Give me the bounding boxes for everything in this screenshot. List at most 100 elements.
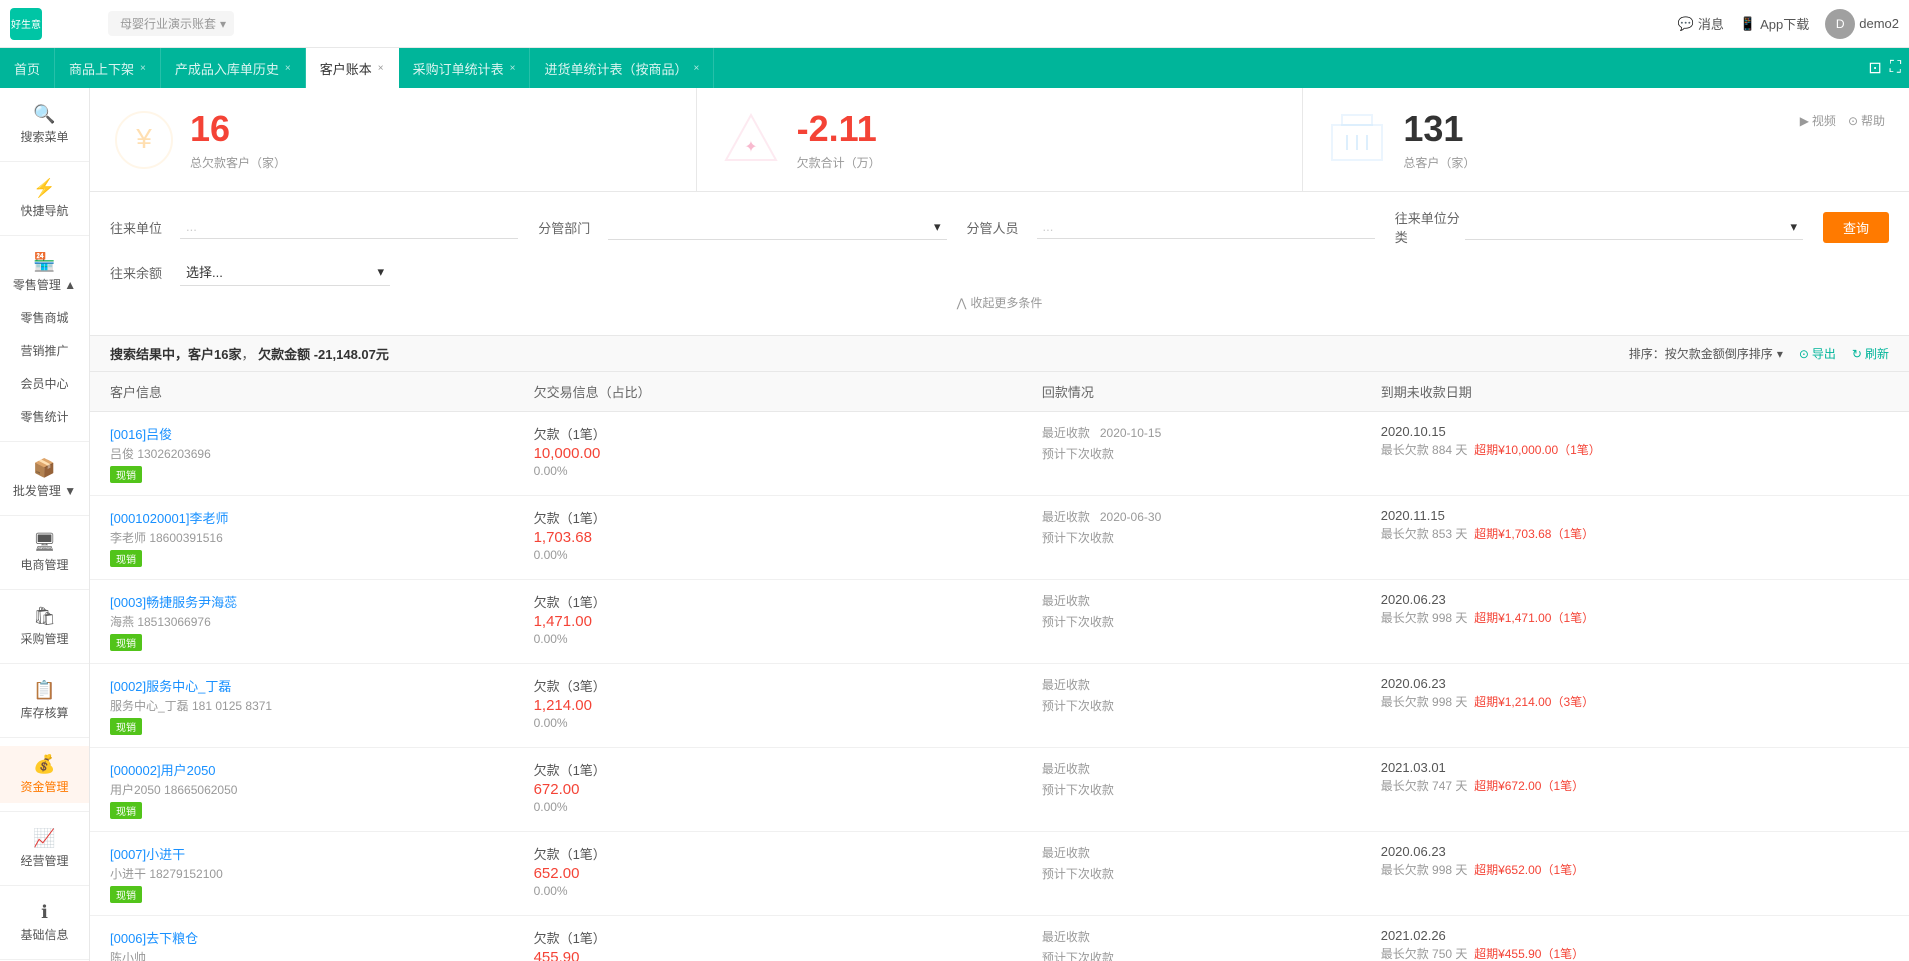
quick-nav-icon: ⚡: [33, 178, 55, 199]
sidebar-ops-label: 经营管理: [20, 852, 68, 869]
tab-end-controls: ⊡ ⛶: [1868, 58, 1909, 78]
sidebar-item-inventory[interactable]: 📋 库存核算: [0, 672, 89, 729]
close-icon[interactable]: ×: [140, 63, 146, 74]
overdue-link[interactable]: 超期¥455.90（1笔）: [1474, 947, 1584, 961]
department-select[interactable]: ▾: [608, 215, 946, 240]
overdue-info: 最长欠款 998 天 超期¥1,214.00（3笔）: [1381, 693, 1889, 710]
return-info: 最近收款 预计下次收款: [1042, 592, 1381, 630]
industry-label: 母婴行业演示账套: [120, 15, 216, 32]
sidebar-item-wholesale[interactable]: 📦 批发管理 ▼: [0, 450, 89, 507]
next-collect-label: 预计下次收款: [1042, 949, 1381, 961]
debt-percent: 0.00%: [534, 884, 1042, 898]
sidebar-item-search[interactable]: 🔍 搜索菜单: [0, 96, 89, 153]
category-label: 往来单位分类: [1395, 208, 1465, 246]
tab-home[interactable]: 首页: [0, 48, 55, 88]
sidebar-purchase-label: 采购管理: [20, 630, 68, 647]
due-date: 2020.06.23: [1381, 592, 1889, 607]
tab-purchase-stats-label: 采购订单统计表: [413, 59, 504, 78]
sidebar-basic-section: ℹ 基础信息: [0, 886, 89, 960]
collapse-button[interactable]: ⋀ 收起更多条件: [957, 294, 1043, 311]
client-contact: 吕俊 13026203696: [110, 445, 534, 462]
balance-label: 往来余额: [110, 263, 180, 282]
client-name-link[interactable]: [0002]服务中心_丁磊: [110, 676, 534, 695]
message-btn[interactable]: 💬 消息: [1678, 14, 1724, 33]
tab-customer-account[interactable]: 客户账本 ×: [306, 48, 399, 88]
export-button[interactable]: ⊙ 导出: [1799, 345, 1836, 362]
client-name-link[interactable]: [0003]畅捷服务尹海蕊: [110, 592, 534, 611]
sidebar-item-finance[interactable]: 💰 资金管理: [0, 746, 89, 803]
overdue-link[interactable]: 超期¥10,000.00（1笔）: [1474, 443, 1601, 457]
sidebar-ecom-section: 🖥 电商管理: [0, 516, 89, 590]
sidebar-item-marketing[interactable]: 营销推广: [0, 334, 89, 367]
filter-person: 分管人员 ...: [967, 215, 1375, 239]
overdue-link[interactable]: 超期¥1,214.00（3笔）: [1474, 695, 1594, 709]
app-download-btn[interactable]: 📱 App下载: [1740, 14, 1809, 33]
filter-row-1: 往来单位 ... 分管部门 ▾ 分管人员 ... 往来单位分类: [110, 208, 1889, 246]
overdue-link[interactable]: 超期¥652.00（1笔）: [1474, 863, 1584, 877]
overdue-link[interactable]: 超期¥1,471.00（1笔）: [1474, 611, 1594, 625]
video-btn[interactable]: ▶ 视频: [1800, 112, 1836, 129]
overdue-link[interactable]: 超期¥672.00（1笔）: [1474, 779, 1584, 793]
logo-icon: 好生意: [10, 8, 42, 40]
maximize-icon[interactable]: ⛶: [1890, 59, 1901, 77]
person-input[interactable]: ...: [1037, 215, 1375, 239]
sidebar-item-purchase[interactable]: 🛍 采购管理: [0, 598, 89, 655]
due-date: 2020.10.15: [1381, 424, 1889, 439]
debt-percent: 0.00%: [534, 800, 1042, 814]
user-menu[interactable]: D demo2: [1825, 9, 1899, 39]
refresh-button[interactable]: ↻ 刷新: [1852, 345, 1889, 362]
category-select[interactable]: ▾: [1465, 215, 1803, 240]
finance-icon: 💰: [33, 754, 55, 775]
help-btn[interactable]: ⊙ 帮助: [1848, 112, 1885, 129]
tab-inbound-stats[interactable]: 进货单统计表（按商品） ×: [530, 48, 714, 88]
sidebar-item-retail-mall[interactable]: 零售商城: [0, 301, 89, 334]
client-tag: 现销: [110, 718, 142, 735]
last-collect-label: 最近收款: [1042, 928, 1381, 945]
sidebar-item-retail-mgmt[interactable]: 🏪 零售管理 ▲: [0, 244, 89, 301]
sidebar-wholesale-label: 批发管理 ▼: [13, 482, 76, 499]
industry-selector[interactable]: 母婴行业演示账套 ▾: [108, 11, 234, 36]
query-button[interactable]: 查询: [1823, 212, 1889, 243]
client-name-link[interactable]: [0016]吕俊: [110, 424, 534, 443]
sidebar-item-retail-stats[interactable]: 零售统计: [0, 400, 89, 433]
client-name-link[interactable]: [0001020001]李老师: [110, 508, 534, 527]
due-date: 2020.06.23: [1381, 844, 1889, 859]
tab-bar: 首页 商品上下架 × 产成品入库单历史 × 客户账本 × 采购订单统计表 × 进…: [0, 48, 1909, 88]
sidebar-retail-mall-label: 零售商城: [20, 309, 68, 326]
debt-amount: 672.00: [534, 781, 1042, 798]
sidebar-item-basic[interactable]: ℹ 基础信息: [0, 894, 89, 951]
tab-product-history[interactable]: 产成品入库单历史 ×: [161, 48, 306, 88]
debt-amount: 1,471.00: [534, 613, 1042, 630]
tab-purchase-stats[interactable]: 采购订单统计表 ×: [399, 48, 531, 88]
client-name-link[interactable]: [0007]小进干: [110, 844, 534, 863]
restore-icon[interactable]: ⊡: [1868, 58, 1881, 78]
filter-department: 分管部门 ▾: [538, 215, 946, 240]
sidebar-item-quick-nav[interactable]: ⚡ 快捷导航: [0, 170, 89, 227]
main-layout: 🔍 搜索菜单 ⚡ 快捷导航 🏪 零售管理 ▲ 零售商城 营销推广 会员中心: [0, 88, 1909, 961]
close-icon[interactable]: ×: [693, 63, 699, 74]
return-info: 最近收款 预计下次收款: [1042, 928, 1381, 961]
sidebar-item-ops[interactable]: 📈 经营管理: [0, 820, 89, 877]
logo: 好生意: [10, 8, 100, 40]
sidebar-inventory-section: 📋 库存核算: [0, 664, 89, 738]
chevron-down-icon: ▾: [1777, 347, 1783, 361]
close-icon[interactable]: ×: [510, 63, 516, 74]
filter-section: 往来单位 ... 分管部门 ▾ 分管人员 ... 往来单位分类: [90, 192, 1909, 336]
tab-product-listing[interactable]: 商品上下架 ×: [55, 48, 161, 88]
close-icon[interactable]: ×: [378, 63, 384, 74]
client-name-link[interactable]: [0006]去下粮仓: [110, 928, 534, 947]
client-contact: 李老师 18600391516: [110, 529, 534, 546]
balance-select[interactable]: 选择... ▾: [180, 258, 390, 286]
sidebar-item-ecom[interactable]: 🖥 电商管理: [0, 524, 89, 581]
overdue-link[interactable]: 超期¥1,703.68（1笔）: [1474, 527, 1594, 541]
header-date: 到期未收款日期: [1381, 382, 1889, 401]
sidebar-item-member[interactable]: 会员中心: [0, 367, 89, 400]
svg-text:✦: ✦: [744, 139, 757, 156]
counterpart-input[interactable]: ...: [180, 215, 518, 239]
sort-selector[interactable]: 排序：按欠款金额倒序排序 ▾: [1629, 345, 1783, 362]
client-name-link[interactable]: [000002]用户2050: [110, 760, 534, 779]
client-contact: 小进干 18279152100: [110, 865, 534, 882]
balance-value: 选择...: [186, 262, 223, 281]
close-icon[interactable]: ×: [285, 63, 291, 74]
chevron-down-icon: ▾: [220, 17, 226, 31]
